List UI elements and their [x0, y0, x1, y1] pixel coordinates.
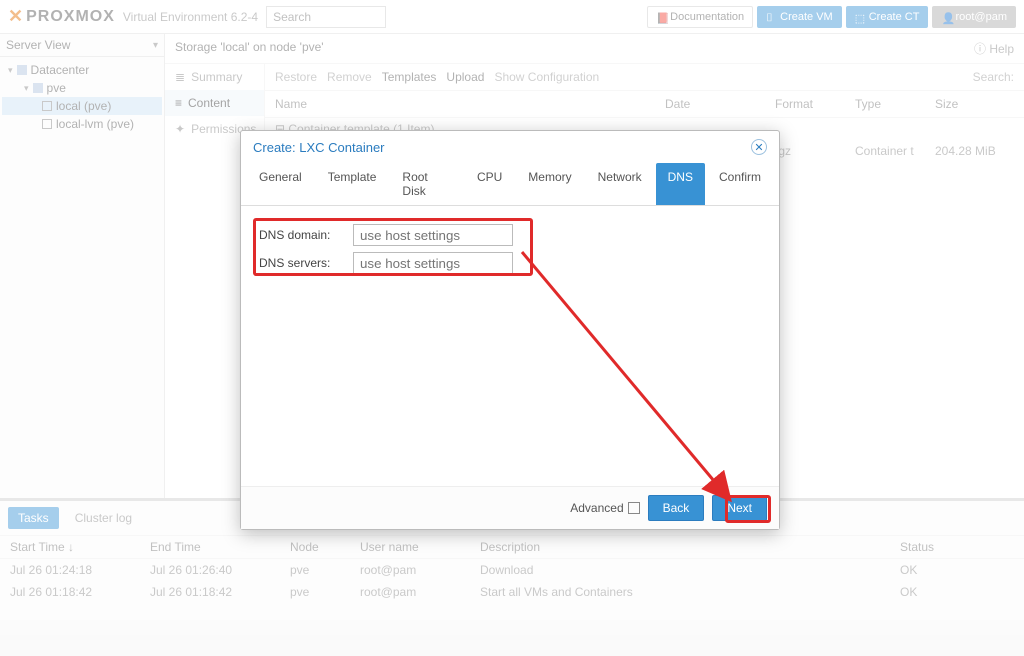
- dns-domain-input[interactable]: [353, 224, 513, 246]
- tab-template[interactable]: Template: [316, 163, 389, 205]
- dns-servers-label: DNS servers:: [259, 256, 345, 270]
- modal-tabs: General Template Root Disk CPU Memory Ne…: [241, 163, 779, 206]
- tree-storage-local-lvm[interactable]: local-lvm (pve): [2, 115, 162, 133]
- col-description[interactable]: Description: [480, 540, 900, 554]
- tab-dns[interactable]: DNS: [656, 163, 705, 205]
- col-type[interactable]: Type: [855, 97, 935, 111]
- summary-icon: ≣: [175, 70, 185, 84]
- col-node[interactable]: Node: [290, 540, 360, 554]
- col-user[interactable]: User name: [360, 540, 480, 554]
- book-icon: 📕: [656, 12, 666, 22]
- tab-confirm[interactable]: Confirm: [707, 163, 773, 205]
- create-ct-modal: Create: LXC Container ✕ General Template…: [240, 130, 780, 530]
- tab-network[interactable]: Network: [586, 163, 654, 205]
- documentation-button[interactable]: 📕Documentation: [647, 6, 753, 28]
- storage-icon: [42, 101, 52, 111]
- user-menu-button[interactable]: 👤root@pam: [932, 6, 1016, 28]
- content-title: Storage 'local' on node 'pve': [175, 40, 324, 57]
- task-row[interactable]: Jul 26 01:24:18Jul 26 01:26:40pveroot@pa…: [0, 559, 1024, 581]
- monitor-icon: ⌷: [766, 12, 776, 22]
- upload-button[interactable]: Upload: [446, 70, 484, 84]
- tree-node-pve[interactable]: ▾pve: [2, 79, 162, 97]
- col-date[interactable]: Date: [665, 97, 775, 111]
- table-search-label: Search:: [973, 70, 1014, 84]
- tab-cpu[interactable]: CPU: [465, 163, 514, 205]
- col-name[interactable]: Name: [275, 97, 665, 111]
- content-icon: ≡: [175, 96, 182, 110]
- dns-servers-input[interactable]: [353, 252, 513, 274]
- caret-icon: ▾: [8, 65, 13, 76]
- search-input[interactable]: [266, 6, 386, 28]
- tab-cluster-log[interactable]: Cluster log: [65, 507, 142, 529]
- col-size[interactable]: Size: [935, 97, 1005, 111]
- cube-icon: ⬚: [855, 12, 865, 22]
- next-button[interactable]: Next: [712, 495, 767, 521]
- sidebar-view-select[interactable]: Server View▾: [0, 34, 164, 57]
- caret-icon: ▾: [24, 83, 29, 94]
- content-toolbar: Restore Remove Templates Upload Show Con…: [265, 64, 1024, 91]
- help-button[interactable]: ⓘ Help: [974, 40, 1014, 57]
- table-header: Name Date Format Type Size: [265, 91, 1024, 118]
- permissions-icon: ✦: [175, 122, 185, 136]
- create-ct-button[interactable]: ⬚Create CT: [846, 6, 929, 28]
- tasks-header: Start Time ↓ End Time Node User name Des…: [0, 535, 1024, 559]
- env-version: Virtual Environment 6.2-4: [123, 10, 258, 24]
- tab-tasks[interactable]: Tasks: [8, 507, 59, 529]
- user-icon: 👤: [941, 12, 951, 22]
- tab-content[interactable]: ≡Content: [165, 90, 264, 116]
- templates-button[interactable]: Templates: [382, 70, 437, 84]
- tab-summary[interactable]: ≣Summary: [165, 64, 264, 90]
- dns-domain-label: DNS domain:: [259, 228, 345, 242]
- top-bar: ✕PROXMOX Virtual Environment 6.2-4 📕Docu…: [0, 0, 1024, 34]
- tab-general[interactable]: General: [247, 163, 314, 205]
- task-row[interactable]: Jul 26 01:18:42Jul 26 01:18:42pveroot@pa…: [0, 581, 1024, 603]
- tab-root-disk[interactable]: Root Disk: [390, 163, 463, 205]
- back-button[interactable]: Back: [648, 495, 705, 521]
- tree-datacenter[interactable]: ▾Datacenter: [2, 61, 162, 79]
- advanced-checkbox[interactable]: [628, 502, 640, 514]
- tree-storage-local[interactable]: local (pve): [2, 97, 162, 115]
- remove-button[interactable]: Remove: [327, 70, 372, 84]
- tab-memory[interactable]: Memory: [516, 163, 583, 205]
- create-vm-button[interactable]: ⌷Create VM: [757, 6, 842, 28]
- restore-button[interactable]: Restore: [275, 70, 317, 84]
- col-status[interactable]: Status: [900, 540, 960, 554]
- advanced-label: Advanced: [570, 501, 623, 515]
- server-icon: [33, 83, 43, 93]
- datacenter-icon: [17, 65, 27, 75]
- modal-title: Create: LXC Container: [253, 140, 385, 155]
- chevron-down-icon: ▾: [153, 40, 158, 51]
- show-config-button[interactable]: Show Configuration: [494, 70, 599, 84]
- col-end-time[interactable]: End Time: [150, 540, 290, 554]
- sidebar: Server View▾ ▾Datacenter ▾pve local (pve…: [0, 34, 165, 498]
- col-start-time[interactable]: Start Time ↓: [10, 540, 150, 554]
- col-format[interactable]: Format: [775, 97, 855, 111]
- storage-icon: [42, 119, 52, 129]
- logo: ✕PROXMOX: [8, 6, 115, 27]
- close-icon[interactable]: ✕: [751, 139, 767, 155]
